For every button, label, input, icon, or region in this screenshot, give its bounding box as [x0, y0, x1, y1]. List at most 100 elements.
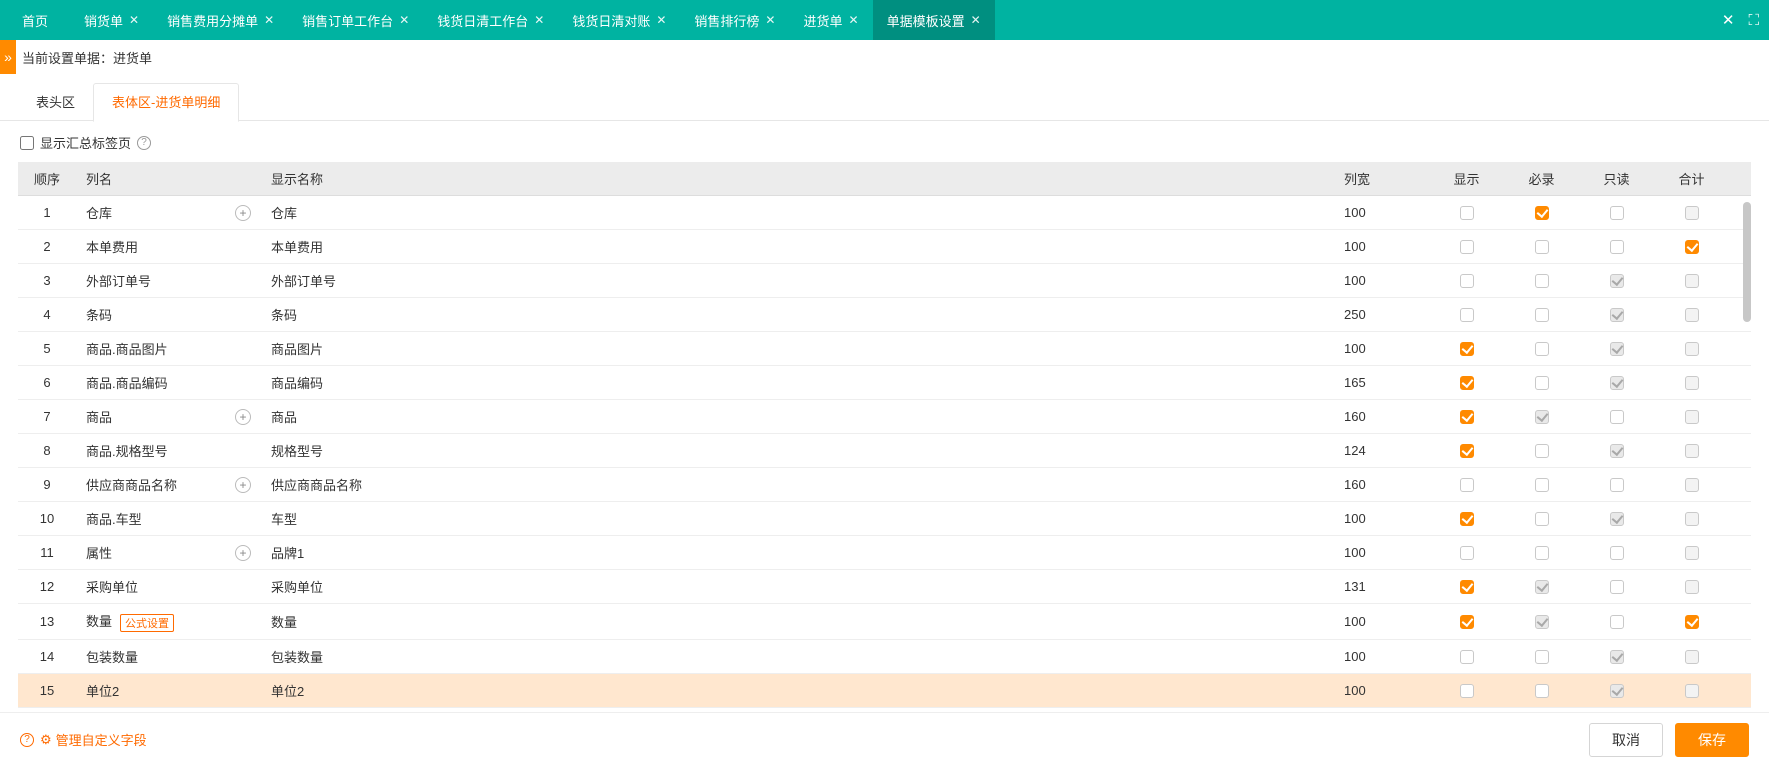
tab-item[interactable]: 销货单✕ [70, 0, 153, 40]
cell-width[interactable]: 165 [1334, 366, 1429, 400]
tab-close-icon[interactable]: ✕ [264, 13, 274, 27]
checkbox[interactable] [1535, 478, 1549, 492]
cell-display-name[interactable]: 品牌1 [261, 536, 1334, 570]
tab-close-icon[interactable]: ✕ [534, 13, 544, 27]
cell-width[interactable]: 160 [1334, 468, 1429, 502]
table-row[interactable]: 1仓库+仓库100 [18, 196, 1751, 230]
tab-item[interactable]: 销售费用分摊单✕ [153, 0, 288, 40]
cell-width[interactable]: 100 [1334, 673, 1429, 707]
add-column-icon[interactable]: + [235, 205, 251, 221]
checkbox[interactable] [1535, 342, 1549, 356]
cell-display-name[interactable]: 商品图片 [261, 332, 1334, 366]
checkbox[interactable] [1610, 410, 1624, 424]
table-row[interactable]: 6商品.商品编码商品编码165 [18, 366, 1751, 400]
cell-display-name[interactable]: 外部订单号 [261, 264, 1334, 298]
checkbox[interactable] [1460, 274, 1474, 288]
cell-display-name[interactable]: 本单费用 [261, 230, 1334, 264]
tab-close-icon[interactable]: ✕ [399, 13, 409, 27]
cell-width[interactable]: 100 [1334, 230, 1429, 264]
cell-display-name[interactable]: 供应商商品名称 [261, 468, 1334, 502]
checkbox[interactable] [1535, 650, 1549, 664]
tab-item[interactable]: 销售订单工作台✕ [288, 0, 423, 40]
checkbox[interactable] [1460, 615, 1474, 629]
checkbox[interactable] [1460, 308, 1474, 322]
tab-item[interactable]: 单据模板设置✕ [873, 0, 995, 40]
cell-display-name[interactable]: 商品编码 [261, 366, 1334, 400]
checkbox[interactable] [1460, 206, 1474, 220]
checkbox[interactable] [1535, 512, 1549, 526]
tab-item[interactable]: 进货单✕ [789, 0, 872, 40]
checkbox[interactable] [1460, 240, 1474, 254]
cell-display-name[interactable]: 车型 [261, 502, 1334, 536]
checkbox[interactable] [1460, 512, 1474, 526]
add-column-icon[interactable]: + [235, 409, 251, 425]
show-summary-tab-checkbox[interactable] [20, 136, 34, 150]
cell-width[interactable]: 100 [1334, 604, 1429, 640]
tab-close-icon[interactable]: ✕ [765, 13, 775, 27]
checkbox[interactable] [1610, 240, 1624, 254]
tab-item[interactable]: 钱货日清对账✕ [558, 0, 680, 40]
checkbox[interactable] [1535, 684, 1549, 698]
formula-settings-tag[interactable]: 公式设置 [120, 614, 174, 632]
checkbox[interactable] [1535, 444, 1549, 458]
checkbox[interactable] [1460, 546, 1474, 560]
checkbox[interactable] [1610, 478, 1624, 492]
cell-display-name[interactable]: 商品 [261, 400, 1334, 434]
cell-display-name[interactable]: 规格型号 [261, 434, 1334, 468]
checkbox[interactable] [1460, 650, 1474, 664]
table-row[interactable]: 2本单费用本单费用100 [18, 230, 1751, 264]
cell-width[interactable]: 100 [1334, 639, 1429, 673]
checkbox[interactable] [1535, 546, 1549, 560]
checkbox[interactable] [1535, 240, 1549, 254]
help-icon[interactable]: ? [137, 136, 151, 150]
cell-width[interactable]: 100 [1334, 502, 1429, 536]
tab-close-icon[interactable]: ✕ [849, 13, 859, 27]
cell-width[interactable]: 250 [1334, 298, 1429, 332]
checkbox[interactable] [1535, 308, 1549, 322]
table-row[interactable]: 10商品.车型车型100 [18, 502, 1751, 536]
checkbox[interactable] [1610, 580, 1624, 594]
cell-width[interactable]: 160 [1334, 400, 1429, 434]
cell-display-name[interactable]: 采购单位 [261, 570, 1334, 604]
table-row[interactable]: 5商品.商品图片商品图片100 [18, 332, 1751, 366]
cell-width[interactable]: 100 [1334, 536, 1429, 570]
tab-close-icon[interactable]: ✕ [971, 13, 981, 27]
checkbox[interactable] [1685, 240, 1699, 254]
checkbox[interactable] [1610, 615, 1624, 629]
add-column-icon[interactable]: + [235, 477, 251, 493]
subtab-body-detail[interactable]: 表体区-进货单明细 [93, 83, 239, 122]
checkbox[interactable] [1535, 376, 1549, 390]
manage-custom-fields-link[interactable]: 管理自定义字段 [56, 730, 147, 749]
cell-display-name[interactable]: 数量 [261, 604, 1334, 640]
table-row[interactable]: 9供应商商品名称+供应商商品名称160 [18, 468, 1751, 502]
table-row[interactable]: 13数量公式设置数量100 [18, 604, 1751, 640]
cell-width[interactable]: 124 [1334, 434, 1429, 468]
cell-display-name[interactable]: 仓库 [261, 196, 1334, 230]
cell-width[interactable]: 100 [1334, 196, 1429, 230]
checkbox[interactable] [1610, 546, 1624, 560]
checkbox[interactable] [1460, 376, 1474, 390]
checkbox[interactable] [1535, 274, 1549, 288]
table-row[interactable]: 11属性+品牌1100 [18, 536, 1751, 570]
tab-home[interactable]: 首页 [0, 0, 70, 40]
checkbox[interactable] [1535, 206, 1549, 220]
tab-item[interactable]: 钱货日清工作台✕ [423, 0, 558, 40]
table-row[interactable]: 12采购单位采购单位131 [18, 570, 1751, 604]
checkbox[interactable] [1460, 444, 1474, 458]
checkbox[interactable] [1460, 580, 1474, 594]
checkbox[interactable] [1460, 342, 1474, 356]
table-row[interactable]: 14包装数量包装数量100 [18, 639, 1751, 673]
checkbox[interactable] [1460, 684, 1474, 698]
checkbox[interactable] [1610, 206, 1624, 220]
cell-width[interactable]: 100 [1334, 264, 1429, 298]
vertical-scrollbar[interactable] [1743, 202, 1751, 762]
cell-width[interactable]: 131 [1334, 570, 1429, 604]
subtab-header-area[interactable]: 表头区 [18, 84, 93, 121]
cell-display-name[interactable]: 条码 [261, 298, 1334, 332]
checkbox[interactable] [1460, 410, 1474, 424]
cell-display-name[interactable]: 单位2 [261, 673, 1334, 707]
table-row[interactable]: 15单位2单位2100 [18, 673, 1751, 707]
cancel-button[interactable]: 取消 [1589, 723, 1663, 757]
fullscreen-icon[interactable]: ⛶ [1748, 12, 1759, 29]
tab-close-icon[interactable]: ✕ [129, 13, 139, 27]
